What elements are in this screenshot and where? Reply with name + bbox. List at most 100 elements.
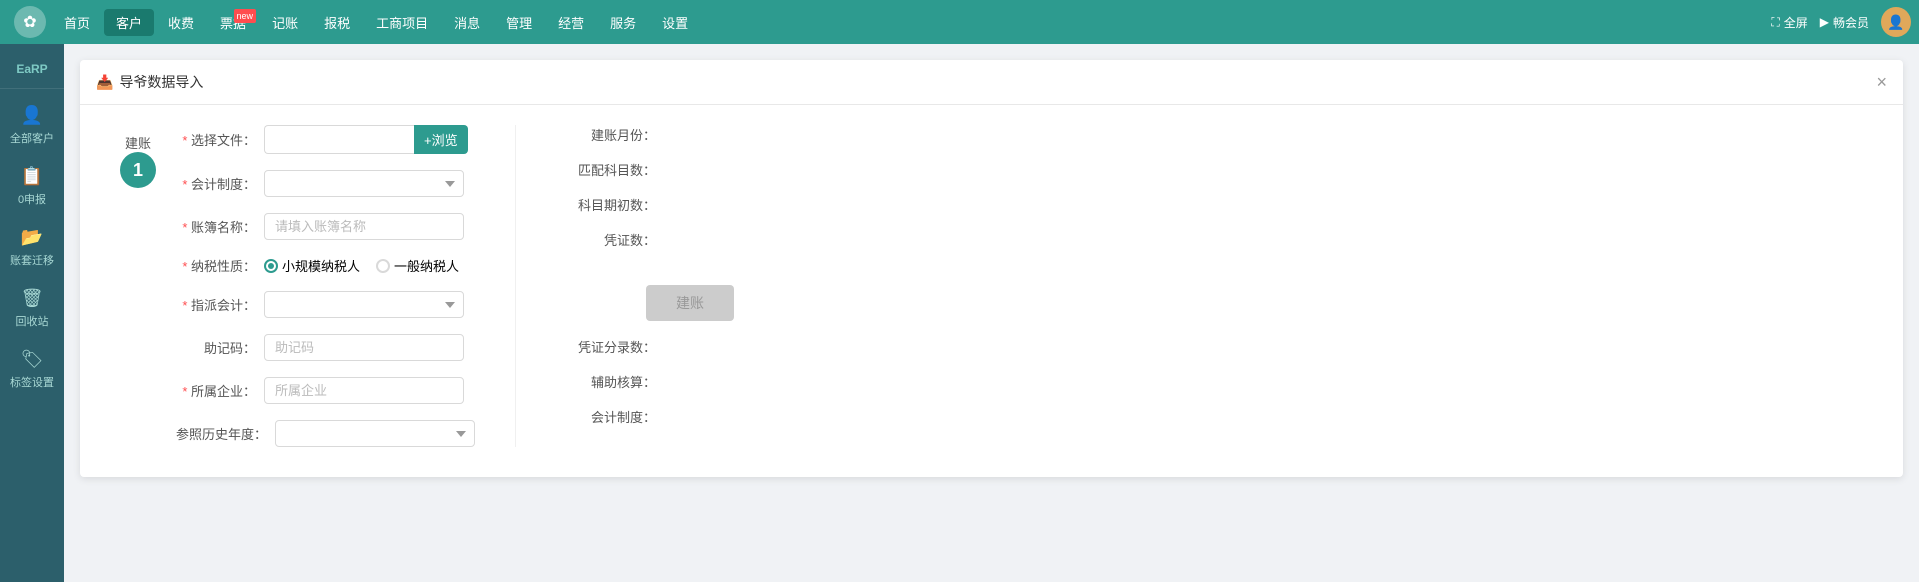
accounting-system-row: 会计制度： [176, 170, 475, 197]
all-clients-icon: 👤 [21, 105, 43, 126]
account-month-label: 建账月份： [576, 125, 656, 144]
fullscreen-icon: ⛶ [1771, 15, 1779, 30]
match-subjects-row: 匹配科目数： [576, 160, 804, 179]
voucher-entries-label: 凭证分录数： [576, 337, 656, 356]
voucher-entries-row: 凭证分录数： [576, 337, 804, 356]
panel-header-left: 📥 导爷数据导入 [96, 72, 203, 92]
recycle-icon: 🗑 [21, 288, 44, 309]
accounting-system-label: 会计制度： [176, 174, 256, 193]
nav-item-收费[interactable]: 收费 [156, 9, 206, 36]
history-year-select[interactable] [275, 420, 475, 447]
memo-row: 助记码： [176, 334, 475, 361]
nav-item-记账[interactable]: 记账 [260, 9, 310, 36]
nav-item-首页[interactable]: 首页 [52, 9, 102, 36]
sidebar-item-recycle[interactable]: 🗑 回收站 [0, 280, 64, 337]
ledger-name-label: 账簿名称： [176, 217, 256, 236]
radio-small-scale[interactable]: 小规模纳税人 [264, 256, 360, 275]
step-indicator: 建账 1 [120, 125, 156, 447]
sidebar-item-all-clients[interactable]: 👤 全部客户 [0, 97, 64, 154]
nav-item-客户[interactable]: 客户 [104, 9, 154, 36]
voucher-count-row: 凭证数： [576, 230, 804, 249]
account-transfer-icon: 📂 [21, 227, 43, 248]
content-area: 📥 导爷数据导入 × 建账 1 选择文件： [64, 44, 1919, 582]
avatar[interactable]: 👤 [1881, 7, 1911, 37]
file-label: 选择文件： [176, 130, 256, 149]
nav-items: 首页客户收费票据new记账报税工商项目消息管理经营服务设置 [52, 9, 1771, 36]
nav-item-经营[interactable]: 经营 [546, 9, 596, 36]
history-year-row: 参照历史年度： [176, 420, 475, 447]
info-accounting-system-label: 会计制度： [576, 407, 656, 426]
accountant-select[interactable] [264, 291, 464, 318]
file-row: 选择文件： +浏览 [176, 125, 475, 154]
accounting-system-select[interactable] [264, 170, 464, 197]
subject-init-label: 科目期初数： [576, 195, 656, 214]
ledger-name-input[interactable] [264, 213, 464, 240]
accountant-row: 指派会计： [176, 291, 475, 318]
panel-header: 📥 导爷数据导入 × [80, 60, 1903, 105]
sidebar-item-label: 回收站 [16, 313, 49, 329]
match-subjects-label: 匹配科目数： [576, 160, 656, 179]
declare-icon: 📋 [21, 166, 43, 187]
close-button[interactable]: × [1876, 73, 1887, 91]
tax-type-label: 纳税性质： [176, 256, 256, 275]
sidebar-item-declare[interactable]: 📋 0申报 [0, 158, 64, 215]
sidebar-item-label: 全部客户 [10, 130, 54, 146]
top-nav: ✿ 首页客户收费票据new记账报税工商项目消息管理经营服务设置 ⛶ 全屏 ▶ 畅… [0, 0, 1919, 44]
history-year-label: 参照历史年度： [176, 424, 267, 443]
member-label: 畅会员 [1833, 14, 1869, 31]
accountant-label: 指派会计： [176, 295, 256, 314]
voucher-count-label: 凭证数： [576, 230, 656, 249]
create-button[interactable]: 建账 [646, 285, 734, 321]
aux-accounting-row: 辅助核算： [576, 372, 804, 391]
badge-new: new [234, 9, 257, 23]
nav-item-票据[interactable]: 票据new [208, 9, 258, 36]
radio-label-general: 一般纳税人 [394, 256, 459, 275]
member-button[interactable]: ▶ 畅会员 [1820, 14, 1869, 31]
memo-input[interactable] [264, 334, 464, 361]
sidebar-item-label: 标签设置 [10, 374, 54, 390]
nav-item-报税[interactable]: 报税 [312, 9, 362, 36]
nav-item-工商项目[interactable]: 工商项目 [364, 9, 440, 36]
subject-init-row: 科目期初数： [576, 195, 804, 214]
fullscreen-button[interactable]: ⛶ 全屏 [1771, 14, 1807, 31]
create-button-wrapper: 建账 [576, 275, 804, 321]
radio-dot-general [376, 259, 390, 273]
browse-button[interactable]: +浏览 [414, 125, 468, 154]
nav-item-设置[interactable]: 设置 [650, 9, 700, 36]
tax-type-radio-group: 小规模纳税人 一般纳税人 [264, 256, 459, 275]
form-section: 建账 1 选择文件： +浏览 [120, 125, 475, 447]
company-input[interactable] [264, 377, 464, 404]
form-grid: 选择文件： +浏览 会计制度： [176, 125, 475, 447]
sidebar-logo: EaRP [0, 54, 64, 89]
aux-accounting-label: 辅助核算： [576, 372, 656, 391]
avatar-icon: 👤 [1887, 14, 1904, 31]
nav-right: ⛶ 全屏 ▶ 畅会员 👤 [1771, 7, 1911, 37]
sidebar: EaRP 👤 全部客户 📋 0申报 📂 账套迁移 🗑 回收站 🏷 标签设置 [0, 44, 64, 582]
sidebar-item-label: 0申报 [18, 191, 46, 207]
info-panel: 建账月份： 匹配科目数： 科目期初数： 凭证数： [515, 125, 804, 447]
app-logo: ✿ [8, 0, 52, 44]
company-label: 所属企业： [176, 381, 256, 400]
sidebar-item-label: 账套迁移 [10, 252, 54, 268]
ledger-name-row: 账簿名称： [176, 213, 475, 240]
radio-general[interactable]: 一般纳税人 [376, 256, 459, 275]
logo-icon: ✿ [14, 6, 46, 38]
sidebar-item-account-transfer[interactable]: 📂 账套迁移 [0, 219, 64, 276]
panel-body: 建账 1 选择文件： +浏览 [80, 105, 1903, 477]
memo-label: 助记码： [176, 338, 256, 357]
nav-item-消息[interactable]: 消息 [442, 9, 492, 36]
file-input[interactable] [264, 125, 414, 154]
info-accounting-system-row: 会计制度： [576, 407, 804, 426]
file-input-group: +浏览 [264, 125, 468, 154]
radio-dot-small-scale [264, 259, 278, 273]
main-layout: EaRP 👤 全部客户 📋 0申报 📂 账套迁移 🗑 回收站 🏷 标签设置 [0, 44, 1919, 582]
nav-item-管理[interactable]: 管理 [494, 9, 544, 36]
radio-label-small-scale: 小规模纳税人 [282, 256, 360, 275]
sidebar-item-tag-settings[interactable]: 🏷 标签设置 [0, 341, 64, 398]
tax-type-row: 纳税性质： 小规模纳税人 一般纳税人 [176, 256, 475, 275]
nav-item-服务[interactable]: 服务 [598, 9, 648, 36]
step-circle: 1 [120, 152, 156, 188]
info-section: 建账月份： 匹配科目数： 科目期初数： 凭证数： [576, 125, 804, 426]
fullscreen-label: 全屏 [1784, 14, 1808, 31]
panel-title: 导爷数据导入 [119, 72, 203, 92]
